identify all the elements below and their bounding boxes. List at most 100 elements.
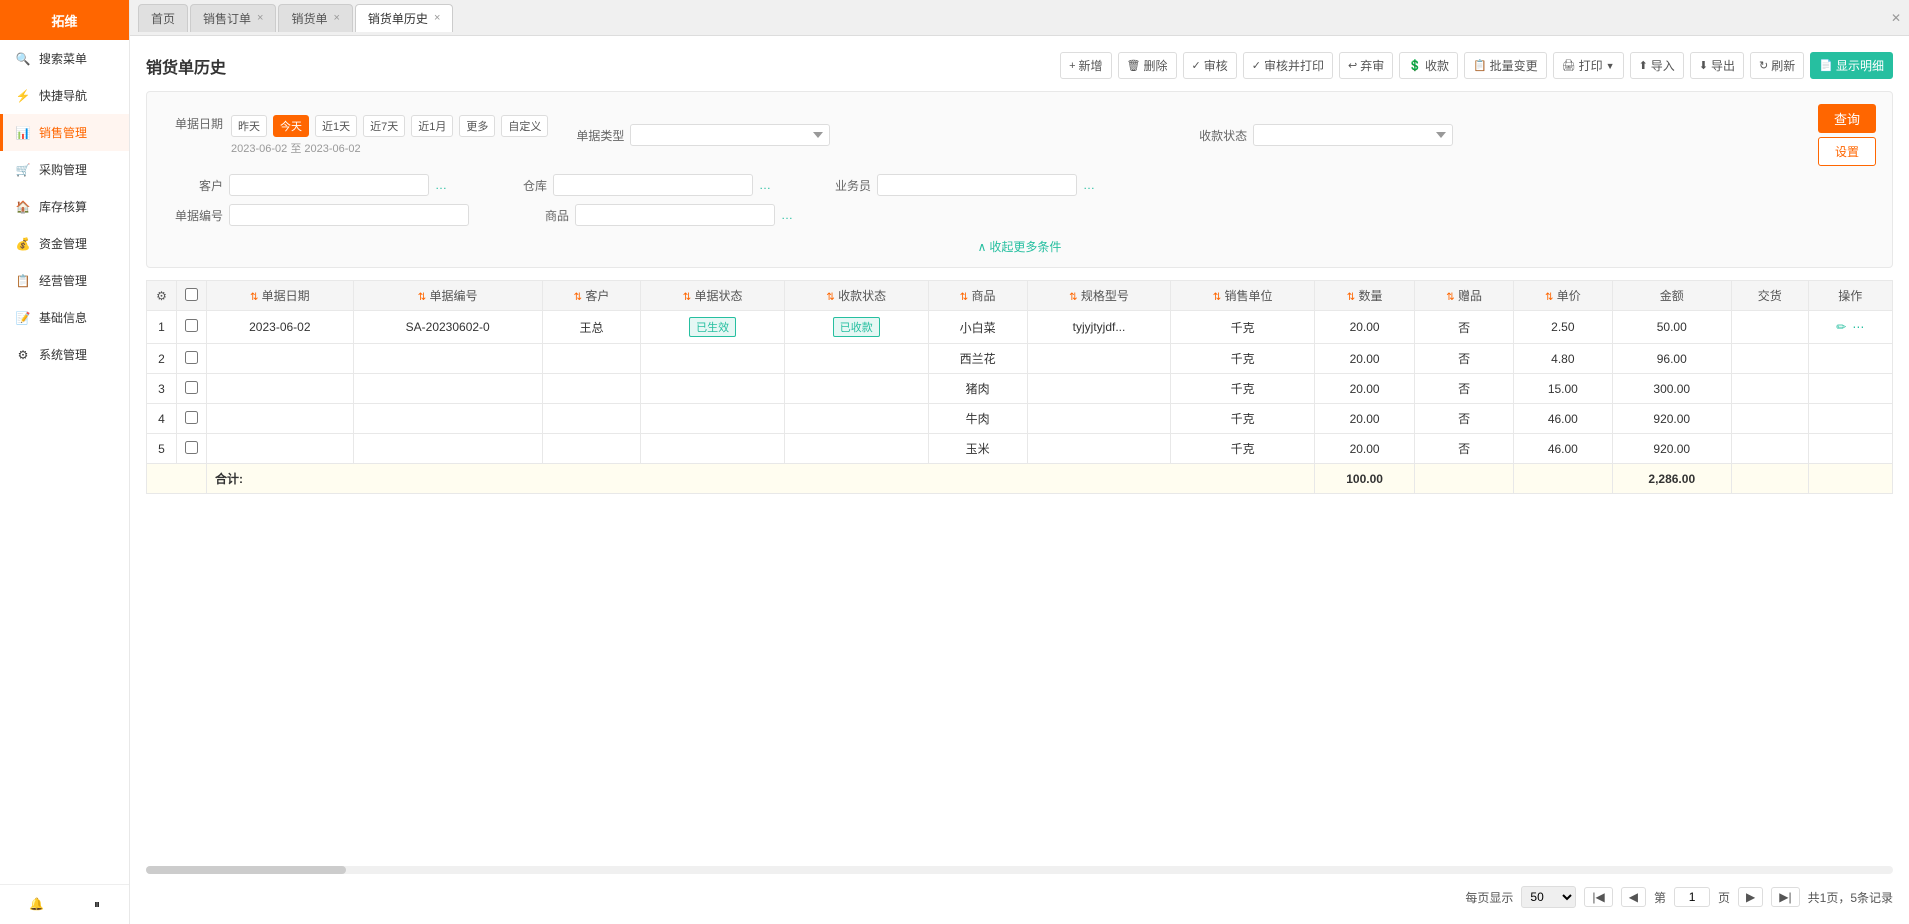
row-checkbox[interactable] — [177, 344, 207, 374]
date-more-btn[interactable]: 更多 — [459, 115, 495, 137]
customer-select-btn[interactable]: … — [435, 178, 447, 192]
sidebar-item-finance[interactable]: 💰 资金管理 — [0, 225, 129, 262]
row-select-checkbox[interactable] — [185, 411, 198, 424]
date-near1day-btn[interactable]: 近1天 — [315, 115, 357, 137]
query-button[interactable]: 查询 — [1818, 104, 1876, 133]
audit-print-button[interactable]: ✓ 审核并打印 — [1243, 52, 1333, 79]
row-select-checkbox[interactable] — [185, 381, 198, 394]
goods-label: 商品 — [509, 207, 569, 224]
date-quick-buttons: 昨天 今天 近1天 近7天 近1月 更多 自定义 — [231, 115, 548, 137]
salesperson-select-btn[interactable]: … — [1083, 178, 1095, 192]
batch-change-button[interactable]: 📋 批量变更 — [1464, 52, 1547, 79]
horizontal-scrollbar[interactable] — [146, 866, 1893, 874]
refresh-button[interactable]: ↻ 刷新 — [1750, 52, 1804, 79]
pause-icon[interactable]: ⏸ — [94, 897, 100, 912]
audit-button[interactable]: ✓ 审核 — [1183, 52, 1237, 79]
goods-select-btn[interactable]: … — [781, 208, 793, 222]
tab-home[interactable]: 首页 — [138, 4, 188, 32]
sidebar-item-inventory[interactable]: 🏠 库存核算 — [0, 188, 129, 225]
more-icon[interactable]: ⋯ — [1852, 320, 1864, 334]
col-unit[interactable]: ⇅ 销售单位 — [1171, 281, 1315, 311]
col-doc-status[interactable]: ⇅ 单据状态 — [641, 281, 785, 311]
import-button[interactable]: ⬆ 导入 — [1630, 52, 1684, 79]
date-near7days-btn[interactable]: 近7天 — [363, 115, 405, 137]
last-page-btn[interactable]: ▶| — [1771, 887, 1799, 907]
window-close-btn[interactable]: ✕ — [1891, 11, 1901, 25]
delete-button[interactable]: 🗑 删除 — [1118, 52, 1177, 79]
select-all-checkbox[interactable] — [185, 288, 198, 301]
page-size-select[interactable]: 50 100 — [1521, 886, 1576, 908]
row-select-checkbox[interactable] — [185, 319, 198, 332]
sidebar-item-sales-mgmt[interactable]: 📊 销售管理 — [0, 114, 129, 151]
abandon-button[interactable]: ↩ 弃审 — [1339, 52, 1393, 79]
date-near1month-btn[interactable]: 近1月 — [411, 115, 453, 137]
cell-actions: ✏⋯ — [1808, 311, 1892, 344]
tab-sales-history[interactable]: 销货单历史 × — [355, 4, 453, 32]
collect-button[interactable]: 💲 收款 — [1399, 52, 1458, 79]
audit-print-icon: ✓ — [1252, 59, 1261, 72]
warehouse-select-btn[interactable]: … — [759, 178, 771, 192]
row-checkbox[interactable] — [177, 374, 207, 404]
goods-input[interactable] — [575, 204, 775, 226]
table-header-row: ⚙ ⇅ 单据日期 ⇅ 单据编号 ⇅ 客户 ⇅ 单据状态 ⇅ 收款状态 ⇅ 商品 … — [147, 281, 1893, 311]
tab-sales-goods[interactable]: 销货单 × — [278, 4, 352, 32]
tab-sales-order-close[interactable]: × — [257, 12, 263, 24]
row-checkbox[interactable] — [177, 434, 207, 464]
payment-status-label: 收款状态 — [1187, 127, 1247, 144]
date-yesterday-btn[interactable]: 昨天 — [231, 115, 267, 137]
col-spec[interactable]: ⇅ 规格型号 — [1027, 281, 1171, 311]
col-unit-price[interactable]: ⇅ 单价 — [1514, 281, 1613, 311]
warehouse-input[interactable] — [553, 174, 753, 196]
doc-no-input[interactable] — [229, 204, 469, 226]
cell-actions — [1808, 344, 1892, 374]
notification-icon[interactable]: 🔔 — [29, 897, 44, 912]
salesperson-input[interactable] — [877, 174, 1077, 196]
sidebar-item-quick-nav[interactable]: ⚡ 快捷导航 — [0, 77, 129, 114]
row-checkbox[interactable] — [177, 311, 207, 344]
doc-type-select[interactable] — [630, 124, 830, 146]
col-quantity[interactable]: ⇅ 数量 — [1314, 281, 1414, 311]
tab-sales-order[interactable]: 销售订单 × — [190, 4, 276, 32]
payment-status-select[interactable] — [1253, 124, 1453, 146]
col-payment-status[interactable]: ⇅ 收款状态 — [784, 281, 928, 311]
sidebar-item-purchase-mgmt[interactable]: 🛒 采购管理 — [0, 151, 129, 188]
summary-unit-price — [1514, 464, 1613, 494]
cell-doc-status: 已生效 — [641, 311, 785, 344]
row-select-checkbox[interactable] — [185, 351, 198, 364]
export-button[interactable]: ⬇ 导出 — [1690, 52, 1744, 79]
set-button[interactable]: 设置 — [1818, 137, 1876, 166]
col-gift[interactable]: ⇅ 赠品 — [1415, 281, 1514, 311]
page-label-prefix: 第 — [1654, 889, 1666, 906]
prev-page-btn[interactable]: ◀ — [1621, 887, 1646, 907]
col-settings[interactable]: ⚙ — [147, 281, 177, 311]
date-today-btn[interactable]: 今天 — [273, 115, 309, 137]
scrollbar-thumb — [146, 866, 346, 874]
print-icon: 🖨 — [1562, 59, 1576, 72]
col-doc-no[interactable]: ⇅ 单据编号 — [353, 281, 542, 311]
next-page-btn[interactable]: ▶ — [1738, 887, 1763, 907]
tab-sales-history-close[interactable]: × — [434, 12, 440, 24]
collapse-button[interactable]: ∧ 收起更多条件 — [163, 234, 1876, 255]
tab-sales-goods-close[interactable]: × — [333, 12, 339, 24]
date-custom-btn[interactable]: 自定义 — [501, 115, 548, 137]
col-doc-date[interactable]: ⇅ 单据日期 — [207, 281, 354, 311]
row-checkbox[interactable] — [177, 404, 207, 434]
first-page-btn[interactable]: |◀ — [1584, 887, 1612, 907]
display-detail-button[interactable]: 📄 显示明细 — [1810, 52, 1893, 79]
current-page-input[interactable] — [1674, 887, 1710, 907]
print-button[interactable]: 🖨 打印 ▼ — [1553, 52, 1624, 79]
cell-quantity: 20.00 — [1314, 434, 1414, 464]
col-goods[interactable]: ⇅ 商品 — [928, 281, 1027, 311]
sidebar-item-basic-info[interactable]: 📝 基础信息 — [0, 299, 129, 336]
sidebar-item-label: 系统管理 — [39, 346, 87, 363]
edit-icon[interactable]: ✏ — [1836, 320, 1846, 334]
sidebar-item-sys-mgmt[interactable]: ⚙ 系统管理 — [0, 336, 129, 373]
sidebar: 拓维 🔍 搜索菜单 ⚡ 快捷导航 📊 销售管理 🛒 采购管理 🏠 库存核算 💰 … — [0, 0, 130, 924]
customer-input[interactable] — [229, 174, 429, 196]
cell-quantity: 20.00 — [1314, 404, 1414, 434]
sidebar-item-search-menu[interactable]: 🔍 搜索菜单 — [0, 40, 129, 77]
row-select-checkbox[interactable] — [185, 441, 198, 454]
col-customer[interactable]: ⇅ 客户 — [542, 281, 641, 311]
sidebar-item-operation[interactable]: 📋 经营管理 — [0, 262, 129, 299]
add-button[interactable]: + 新增 — [1060, 52, 1111, 79]
